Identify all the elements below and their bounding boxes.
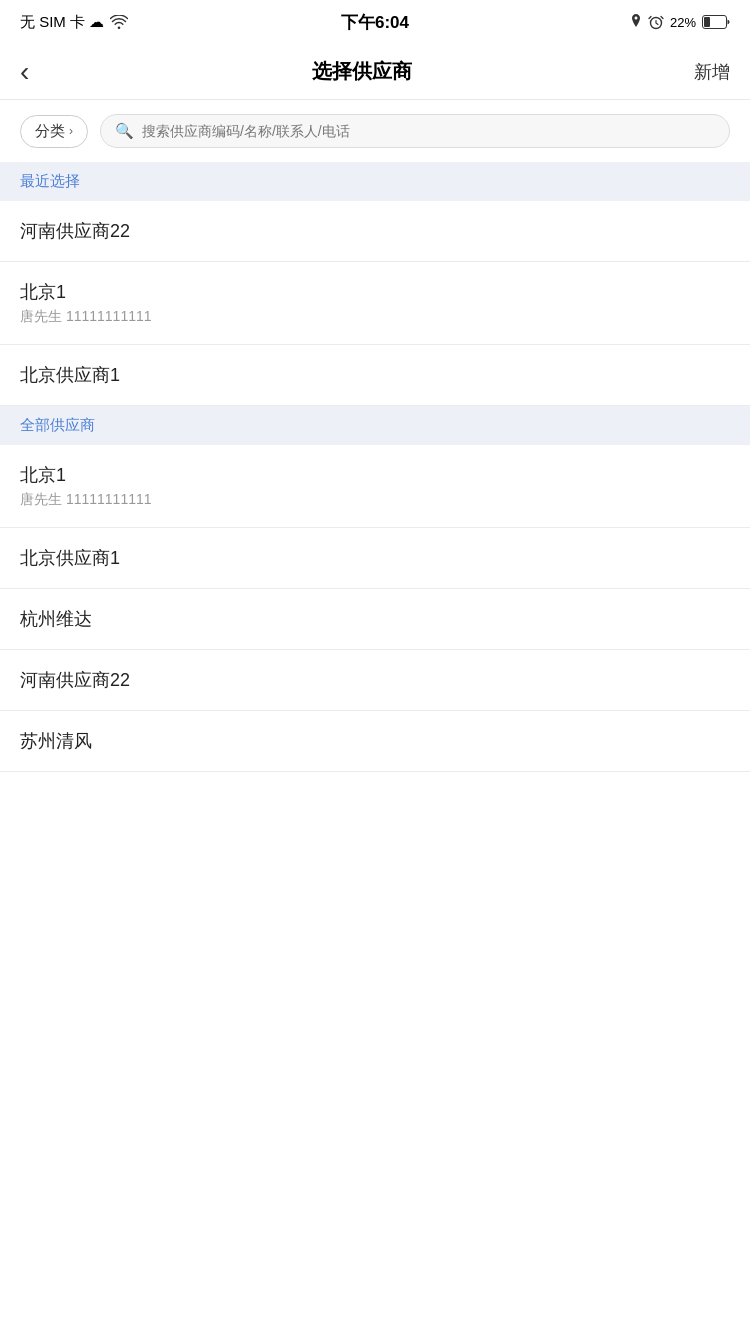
item-name: 杭州维达 <box>20 607 730 631</box>
category-label: 分类 <box>35 122 65 141</box>
list-item[interactable]: 北京供应商1 <box>0 345 750 406</box>
item-name: 北京供应商1 <box>20 546 730 570</box>
back-button[interactable]: ‹ <box>20 58 29 86</box>
battery-icon <box>702 15 730 29</box>
svg-rect-2 <box>704 17 710 27</box>
battery-text: 22% <box>670 15 696 30</box>
alarm-icon <box>648 14 664 30</box>
search-box[interactable]: 🔍 <box>100 114 730 148</box>
status-right: 22% <box>630 14 730 30</box>
list-item[interactable]: 杭州维达 <box>0 589 750 650</box>
section-header-recent: 最近选择 <box>0 162 750 201</box>
sections-container: 最近选择河南供应商22 北京1 唐先生 11111111111 北京供应商1 全部供应商… <box>0 162 750 772</box>
item-sub: 唐先生 11111111111 <box>20 491 730 509</box>
status-time: 下午6:04 <box>341 11 409 34</box>
status-left: 无 SIM 卡 ☁ <box>20 13 128 32</box>
list-item[interactable]: 河南供应商22 <box>0 201 750 262</box>
item-name: 北京1 <box>20 280 730 304</box>
item-name: 河南供应商22 <box>20 668 730 692</box>
list-item[interactable]: 北京1 唐先生 11111111111 <box>0 445 750 528</box>
item-name: 河南供应商22 <box>20 219 730 243</box>
nav-bar: ‹ 选择供应商 新增 <box>0 44 750 100</box>
wifi-icon <box>110 15 128 29</box>
no-sim-text: 无 SIM 卡 ☁ <box>20 13 104 32</box>
add-button[interactable]: 新增 <box>694 60 730 84</box>
category-button[interactable]: 分类 › <box>20 115 88 148</box>
section-header-all: 全部供应商 <box>0 406 750 445</box>
page-title: 选择供应商 <box>312 58 412 85</box>
item-name: 北京1 <box>20 463 730 487</box>
item-sub: 唐先生 11111111111 <box>20 308 730 326</box>
status-bar: 无 SIM 卡 ☁ 下午6:04 22% <box>0 0 750 44</box>
chevron-right-icon: › <box>69 124 73 138</box>
item-name: 苏州清风 <box>20 729 730 753</box>
location-icon <box>630 14 642 30</box>
search-input[interactable] <box>142 123 715 139</box>
item-name: 北京供应商1 <box>20 363 730 387</box>
list-item[interactable]: 北京1 唐先生 11111111111 <box>0 262 750 345</box>
list-item[interactable]: 北京供应商1 <box>0 528 750 589</box>
search-icon: 🔍 <box>115 122 134 140</box>
filter-bar: 分类 › 🔍 <box>0 100 750 162</box>
list-item[interactable]: 河南供应商22 <box>0 650 750 711</box>
list-item[interactable]: 苏州清风 <box>0 711 750 772</box>
